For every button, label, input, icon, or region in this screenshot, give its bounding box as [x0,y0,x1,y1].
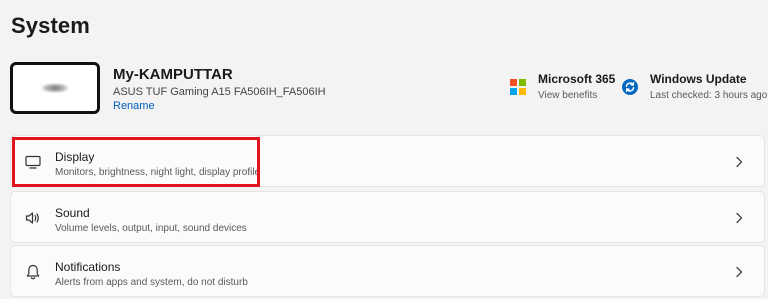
notifications-title: Notifications [55,260,121,274]
device-thumbnail [10,62,100,114]
settings-row-sound[interactable]: Sound Volume levels, output, input, soun… [10,191,765,243]
sound-subtitle: Volume levels, output, input, sound devi… [55,223,247,234]
microsoft-logo-icon [510,79,526,95]
windows-update-title: Windows Update [650,72,747,86]
display-subtitle: Monitors, brightness, night light, displ… [55,167,261,178]
microsoft-365-card[interactable]: Microsoft 365 View benefits [510,70,615,106]
settings-row-notifications[interactable]: Notifications Alerts from apps and syste… [10,245,765,297]
microsoft-365-subtitle: View benefits [538,90,598,101]
rename-link[interactable]: Rename [113,100,155,112]
bell-icon [24,263,42,281]
device-name: My-KAMPUTTAR [113,66,233,83]
chevron-right-icon [734,265,744,279]
windows-update-card[interactable]: Windows Update Last checked: 3 hours ago [620,70,768,106]
sound-title: Sound [55,206,90,220]
monitor-icon [24,153,42,171]
chevron-right-icon [734,211,744,225]
windows-update-icon [622,79,638,95]
display-title: Display [55,150,95,164]
speaker-icon [24,209,42,227]
windows-update-subtitle: Last checked: 3 hours ago [650,90,768,101]
notifications-subtitle: Alerts from apps and system, do not dist… [55,277,248,288]
settings-row-display[interactable]: Display Monitors, brightness, night ligh… [10,135,765,187]
page-title: System [11,13,90,38]
microsoft-365-title: Microsoft 365 [538,72,616,86]
chevron-right-icon [734,155,744,169]
device-model: ASUS TUF Gaming A15 FA506IH_FA506IH [113,86,326,98]
device-screen-image [41,83,69,93]
